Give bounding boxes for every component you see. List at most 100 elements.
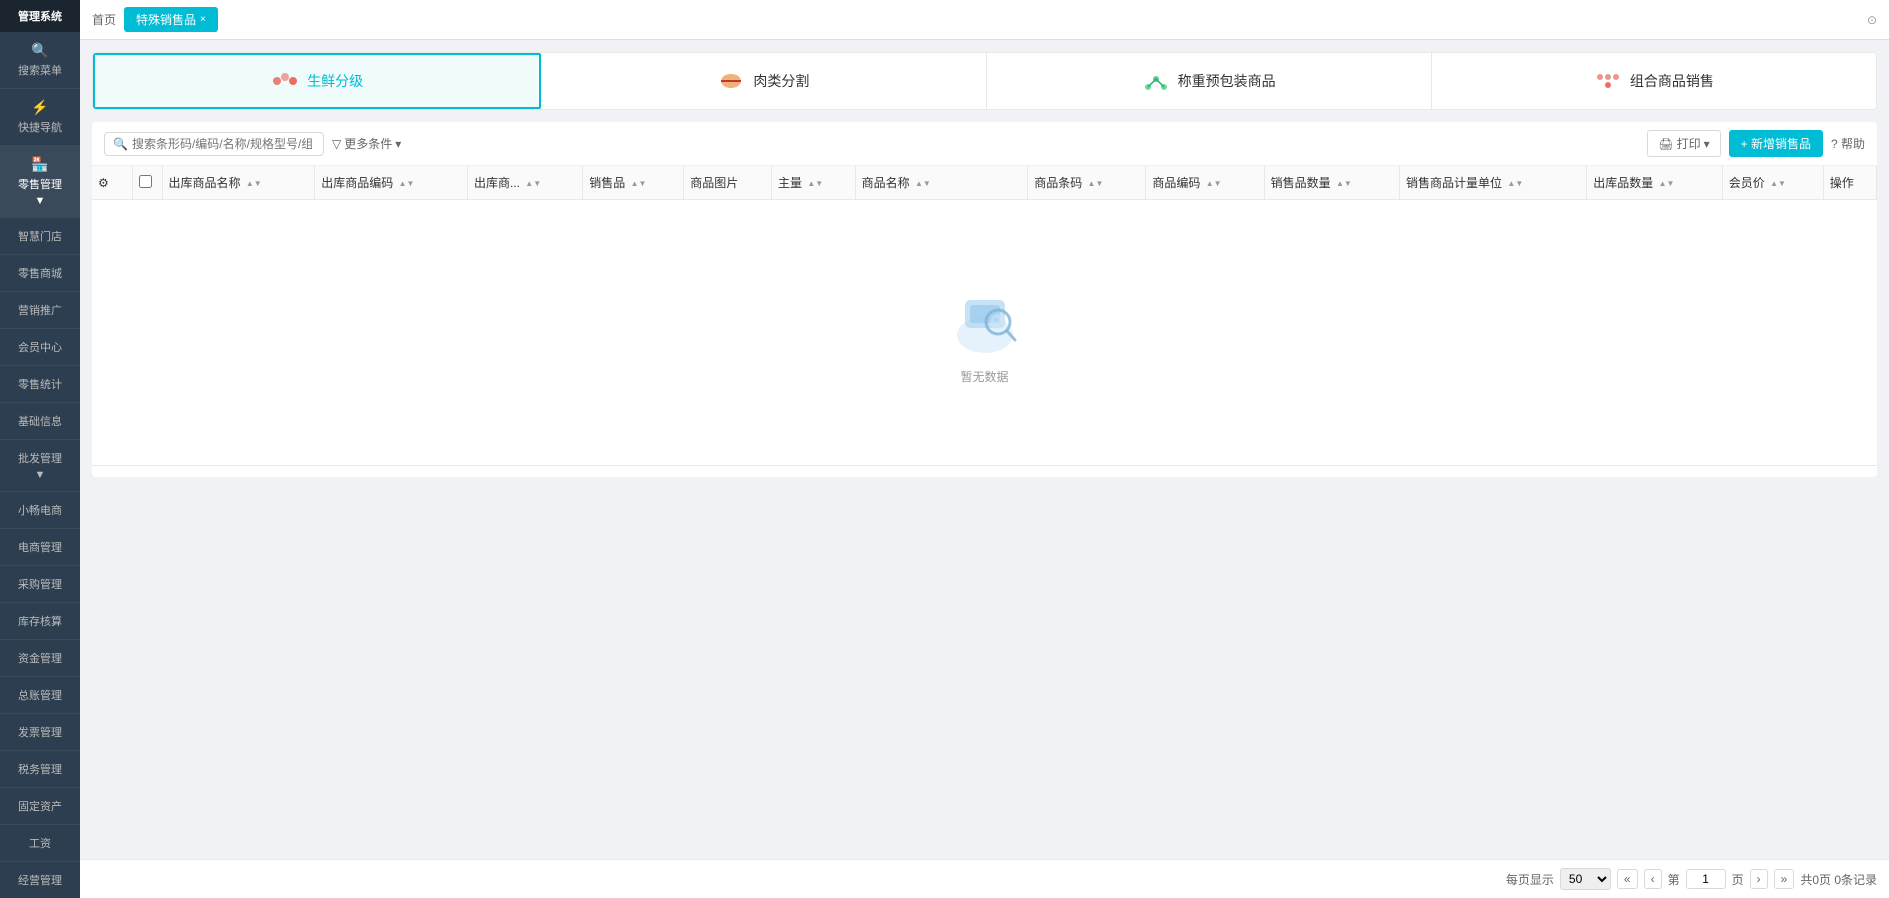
- sidebar-item-ecom-mgmt[interactable]: 电商管理: [0, 529, 80, 566]
- category-tabs: 生鲜分级 肉类分割 称重预包装商品: [92, 52, 1877, 110]
- sidebar-item-label: 批发管理: [18, 450, 62, 466]
- user-toggle: ⊙: [1867, 13, 1877, 27]
- last-page-button[interactable]: »: [1774, 869, 1795, 889]
- prev-page-button[interactable]: ‹: [1644, 869, 1662, 889]
- sidebar-item-invoice-mgmt[interactable]: 发票管理: [0, 714, 80, 751]
- cat-tab-label: 肉类分割: [753, 71, 809, 91]
- sidebar-item-label: 零售管理: [18, 176, 62, 192]
- cat-tab-label: 称重预包装商品: [1178, 71, 1276, 91]
- sidebar-item-mini-ecom[interactable]: 小畅电商: [0, 492, 80, 529]
- current-page-input[interactable]: [1686, 869, 1726, 889]
- sidebar-item-label: 电商管理: [18, 539, 62, 555]
- th-item-name[interactable]: 商品名称 ▲▼: [855, 166, 1028, 200]
- sidebar-item-retail-mgmt[interactable]: 🏪 零售管理 ▼: [0, 146, 80, 218]
- printer-icon: 🖨: [1658, 137, 1673, 151]
- active-tab-label: 特殊销售品: [136, 11, 196, 28]
- sidebar-item-member-center[interactable]: 会员中心: [0, 329, 80, 366]
- sidebar-item-wages[interactable]: 工资: [0, 825, 80, 862]
- empty-text: 暂无数据: [112, 368, 1857, 385]
- active-tab[interactable]: 特殊销售品 ×: [124, 7, 218, 32]
- help-button[interactable]: ? 帮助: [1831, 135, 1865, 152]
- cat-tab-combo-sales[interactable]: 组合商品销售: [1432, 53, 1876, 109]
- sidebar-item-tax-mgmt[interactable]: 税务管理: [0, 751, 80, 788]
- filter-icon: ▽: [332, 137, 341, 151]
- sidebar: 管理系统 🔍 搜索菜单 ⚡ 快捷导航 🏪 零售管理 ▼ 智慧门店 零售商城 营销…: [0, 0, 80, 898]
- sidebar-item-label: 工资: [29, 835, 51, 851]
- page-label-after: 页: [1732, 871, 1744, 888]
- search-box[interactable]: 🔍: [104, 132, 324, 156]
- sidebar-item-label: 税务管理: [18, 761, 62, 777]
- sidebar-item-retail-stats[interactable]: 零售统计: [0, 366, 80, 403]
- th-item-image[interactable]: 商品图片: [684, 166, 772, 200]
- th-out-qty[interactable]: 出库品数量 ▲▼: [1587, 166, 1722, 200]
- weight-prepack-icon: [1142, 69, 1170, 93]
- tab-close-button[interactable]: ×: [200, 14, 206, 25]
- th-out-name[interactable]: 出库商品名称 ▲▼: [162, 166, 315, 200]
- horizontal-scrollbar[interactable]: [92, 465, 1877, 477]
- sidebar-item-fixed-assets[interactable]: 固定资产: [0, 788, 80, 825]
- settings-icon: ⚙: [98, 176, 109, 190]
- th-action: 操作: [1823, 166, 1876, 200]
- retail-mgmt-icon: 🏪: [31, 156, 48, 173]
- sidebar-item-ops-mgmt[interactable]: 经营管理: [0, 862, 80, 898]
- select-all-checkbox[interactable]: [139, 175, 152, 188]
- chevron-down-icon: ▾: [1704, 137, 1710, 151]
- cat-tab-label: 生鲜分级: [307, 71, 363, 91]
- th-item-barcode[interactable]: 商品条码 ▲▼: [1028, 166, 1146, 200]
- sidebar-item-search-menu[interactable]: 🔍 搜索菜单: [0, 32, 80, 89]
- page-content: 生鲜分级 肉类分割 称重预包装商品: [80, 40, 1889, 859]
- sort-arrows: ▲▼: [399, 179, 415, 188]
- print-button[interactable]: 🖨 打印 ▾: [1647, 130, 1720, 157]
- pagination: 每页显示 50 100 200 « ‹ 第 页 › » 共0页 0条记录: [80, 859, 1889, 898]
- cat-tab-fresh-grade[interactable]: 生鲜分级: [93, 53, 541, 109]
- sidebar-item-sales-promo[interactable]: 营销推广: [0, 292, 80, 329]
- sidebar-item-label: 发票管理: [18, 724, 62, 740]
- cat-tab-meat-cut[interactable]: 肉类分割: [541, 53, 986, 109]
- data-card: 🔍 ▽ 更多条件 ▾ 🖨 打印 ▾: [92, 122, 1877, 477]
- th-main-weight[interactable]: 主量 ▲▼: [771, 166, 855, 200]
- app-logo: 管理系统: [0, 0, 80, 32]
- next-page-button[interactable]: ›: [1750, 869, 1768, 889]
- th-settings[interactable]: ⚙: [92, 166, 132, 200]
- add-sale-item-button[interactable]: + 新增销售品: [1729, 130, 1823, 157]
- th-sale-unit[interactable]: 销售商品计量单位 ▲▼: [1400, 166, 1587, 200]
- sidebar-item-ledger-mgmt[interactable]: 总账管理: [0, 677, 80, 714]
- sort-arrows: ▲▼: [1507, 179, 1523, 188]
- quick-nav-icon: ⚡: [31, 99, 48, 116]
- total-info: 共0页 0条记录: [1800, 871, 1877, 888]
- toolbar: 🔍 ▽ 更多条件 ▾ 🖨 打印 ▾: [92, 122, 1877, 166]
- sidebar-item-label: 零售商城: [18, 265, 62, 281]
- th-sale-qty[interactable]: 销售品数量 ▲▼: [1264, 166, 1399, 200]
- sidebar-item-label: 采购管理: [18, 576, 62, 592]
- th-out-code[interactable]: 出库商品编码 ▲▼: [315, 166, 468, 200]
- cat-tab-weight-prepack[interactable]: 称重预包装商品: [987, 53, 1432, 109]
- th-out-spec[interactable]: 出库商... ▲▼: [467, 166, 582, 200]
- sidebar-item-basic-info[interactable]: 基础信息: [0, 403, 80, 440]
- th-sale-item[interactable]: 销售品 ▲▼: [583, 166, 684, 200]
- th-checkbox[interactable]: [132, 166, 162, 200]
- search-input[interactable]: [132, 137, 312, 151]
- home-breadcrumb[interactable]: 首页: [92, 11, 116, 28]
- page-label-before: 第: [1668, 871, 1680, 888]
- sidebar-item-label: 营销推广: [18, 302, 62, 318]
- sidebar-item-retail-mall[interactable]: 零售商城: [0, 255, 80, 292]
- sidebar-item-label: 小畅电商: [18, 502, 62, 518]
- sidebar-item-capital-mgmt[interactable]: 资金管理: [0, 640, 80, 677]
- per-page-select[interactable]: 50 100 200: [1560, 868, 1611, 890]
- sort-arrows: ▲▼: [1088, 179, 1104, 188]
- sort-arrows: ▲▼: [915, 179, 931, 188]
- sidebar-item-label: 会员中心: [18, 339, 62, 355]
- first-page-button[interactable]: «: [1617, 869, 1638, 889]
- filter-button[interactable]: ▽ 更多条件 ▾: [332, 135, 401, 152]
- cat-tab-label: 组合商品销售: [1630, 71, 1714, 91]
- sidebar-item-smart-store[interactable]: 智慧门店: [0, 218, 80, 255]
- empty-state: 暂无数据: [92, 200, 1877, 465]
- sidebar-item-inventory[interactable]: 库存核算: [0, 603, 80, 640]
- sidebar-item-wholesale-mgmt[interactable]: 批发管理 ▼: [0, 440, 80, 492]
- sidebar-item-quick-nav[interactable]: ⚡ 快捷导航: [0, 89, 80, 146]
- sidebar-item-purchase-mgmt[interactable]: 采购管理: [0, 566, 80, 603]
- th-member-price[interactable]: 会员价 ▲▼: [1722, 166, 1823, 200]
- sidebar-item-label: 快捷导航: [18, 119, 62, 135]
- per-page-label: 每页显示: [1506, 871, 1554, 888]
- th-item-code[interactable]: 商品编码 ▲▼: [1146, 166, 1264, 200]
